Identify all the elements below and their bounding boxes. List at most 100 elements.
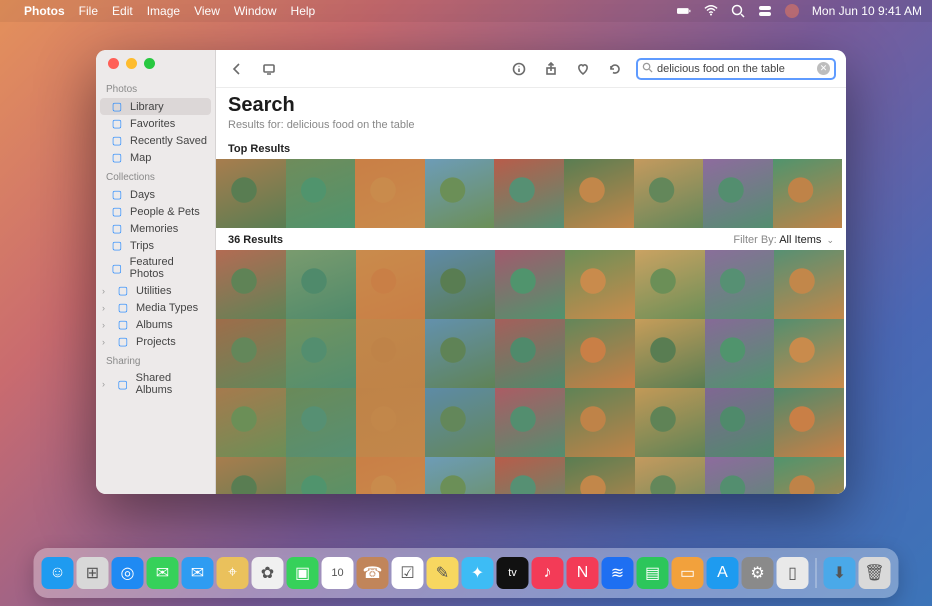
menu-image[interactable]: Image bbox=[147, 4, 180, 18]
clear-search-button[interactable]: ✕ bbox=[817, 62, 830, 75]
photo-thumbnail[interactable] bbox=[635, 319, 705, 388]
dock-app-launchpad[interactable]: ⊞ bbox=[77, 557, 109, 589]
dock-app-iphone-mirroring[interactable]: ▯ bbox=[777, 557, 809, 589]
photo-thumbnail[interactable] bbox=[356, 457, 426, 494]
photo-thumbnail[interactable] bbox=[425, 250, 495, 319]
photo-thumbnail[interactable] bbox=[774, 457, 844, 494]
photo-thumbnail[interactable] bbox=[774, 319, 844, 388]
photo-thumbnail[interactable] bbox=[774, 250, 844, 319]
disclosure-icon[interactable]: › bbox=[102, 320, 112, 330]
sidebar-item-memories[interactable]: ▢Memories bbox=[96, 220, 215, 237]
photo-thumbnail[interactable] bbox=[495, 457, 565, 494]
photo-thumbnail[interactable] bbox=[216, 457, 286, 494]
app-menu[interactable]: Photos bbox=[24, 4, 65, 18]
search-input[interactable] bbox=[653, 63, 817, 75]
favorite-button[interactable] bbox=[572, 58, 594, 80]
menu-window[interactable]: Window bbox=[234, 4, 277, 18]
photo-thumbnail[interactable] bbox=[216, 388, 286, 457]
dock-app-contacts[interactable]: ☎ bbox=[357, 557, 389, 589]
photo-thumbnail[interactable] bbox=[425, 319, 495, 388]
dock-app-facetime[interactable]: ▣ bbox=[287, 557, 319, 589]
photo-thumbnail[interactable] bbox=[774, 388, 844, 457]
disclosure-icon[interactable]: › bbox=[102, 379, 112, 389]
sidebar-item-days[interactable]: ▢Days bbox=[96, 186, 215, 203]
photo-thumbnail[interactable] bbox=[356, 319, 426, 388]
photo-thumbnail[interactable] bbox=[286, 457, 356, 494]
dock-app-notes[interactable]: ✎ bbox=[427, 557, 459, 589]
menu-help[interactable]: Help bbox=[291, 4, 316, 18]
photo-thumbnail[interactable] bbox=[705, 388, 775, 457]
photo-thumbnail[interactable] bbox=[705, 319, 775, 388]
photo-thumbnail[interactable] bbox=[564, 159, 634, 228]
dock-app-numbers[interactable]: ▤ bbox=[637, 557, 669, 589]
photo-thumbnail[interactable] bbox=[635, 250, 705, 319]
photo-thumbnail[interactable] bbox=[286, 250, 356, 319]
photo-thumbnail[interactable] bbox=[705, 457, 775, 494]
sidebar-item-projects[interactable]: ›▢Projects bbox=[96, 333, 215, 350]
photo-thumbnail[interactable] bbox=[425, 159, 495, 228]
photo-thumbnail[interactable] bbox=[286, 159, 356, 228]
photo-thumbnail[interactable] bbox=[635, 388, 705, 457]
dock-app-finder[interactable]: ☺ bbox=[42, 557, 74, 589]
menu-file[interactable]: File bbox=[79, 4, 98, 18]
photo-thumbnail[interactable] bbox=[565, 457, 635, 494]
battery-icon[interactable] bbox=[677, 4, 691, 18]
photo-thumbnail[interactable] bbox=[773, 159, 843, 228]
close-button[interactable] bbox=[108, 58, 119, 69]
photo-thumbnail[interactable] bbox=[216, 159, 286, 228]
spotlight-icon[interactable] bbox=[731, 4, 745, 18]
dock-app-app-store[interactable]: A bbox=[707, 557, 739, 589]
dock-app-mail[interactable]: ✉ bbox=[182, 557, 214, 589]
photo-thumbnail[interactable] bbox=[705, 250, 775, 319]
dock-app-maps[interactable]: ⌖ bbox=[217, 557, 249, 589]
sidebar-item-favorites[interactable]: ▢Favorites bbox=[96, 115, 215, 132]
disclosure-icon[interactable]: › bbox=[102, 337, 112, 347]
photo-thumbnail[interactable] bbox=[635, 457, 705, 494]
photo-thumbnail[interactable] bbox=[356, 388, 426, 457]
photo-thumbnail[interactable] bbox=[634, 159, 704, 228]
sidebar-item-utilities[interactable]: ›▢Utilities bbox=[96, 282, 215, 299]
photo-thumbnail[interactable] bbox=[495, 388, 565, 457]
photo-thumbnail[interactable] bbox=[565, 388, 635, 457]
photo-thumbnail[interactable] bbox=[494, 159, 564, 228]
photo-thumbnail[interactable] bbox=[425, 388, 495, 457]
wifi-icon[interactable] bbox=[704, 4, 718, 18]
menubar-clock[interactable]: Mon Jun 10 9:41 AM bbox=[812, 4, 922, 18]
share-button[interactable] bbox=[540, 58, 562, 80]
sidebar-item-map[interactable]: ▢Map bbox=[96, 149, 215, 166]
dock-app-photos[interactable]: ✿ bbox=[252, 557, 284, 589]
dock-app-safari[interactable]: ◎ bbox=[112, 557, 144, 589]
dock-app-calendar[interactable]: 10 bbox=[322, 557, 354, 589]
sidebar-item-shared-albums[interactable]: ›▢Shared Albums bbox=[96, 370, 215, 398]
sidebar-item-trips[interactable]: ▢Trips bbox=[96, 237, 215, 254]
dock-app-tv[interactable]: tv bbox=[497, 557, 529, 589]
sidebar-item-library[interactable]: ▢Library bbox=[100, 98, 211, 115]
sidebar-item-albums[interactable]: ›▢Albums bbox=[96, 316, 215, 333]
dock-app-freeform[interactable]: ✦ bbox=[462, 557, 494, 589]
sidebar-item-people-pets[interactable]: ▢People & Pets bbox=[96, 203, 215, 220]
menu-view[interactable]: View bbox=[194, 4, 220, 18]
menu-edit[interactable]: Edit bbox=[112, 4, 133, 18]
device-button[interactable] bbox=[258, 58, 280, 80]
photo-thumbnail[interactable] bbox=[495, 250, 565, 319]
photo-thumbnail[interactable] bbox=[286, 319, 356, 388]
disclosure-icon[interactable]: › bbox=[102, 303, 112, 313]
user-icon[interactable] bbox=[785, 4, 799, 18]
dock-app-messages[interactable]: ✉ bbox=[147, 557, 179, 589]
photo-thumbnail[interactable] bbox=[565, 319, 635, 388]
photo-thumbnail[interactable] bbox=[703, 159, 773, 228]
disclosure-icon[interactable]: › bbox=[102, 286, 112, 296]
dock-downloads[interactable]: ⬇ bbox=[824, 557, 856, 589]
photo-thumbnail[interactable] bbox=[425, 457, 495, 494]
dock-app-reminders[interactable]: ☑ bbox=[392, 557, 424, 589]
sidebar-item-featured-photos[interactable]: ▢Featured Photos bbox=[96, 254, 215, 282]
rotate-button[interactable] bbox=[604, 58, 626, 80]
dock-app-music[interactable]: ♪ bbox=[532, 557, 564, 589]
content-scroll[interactable]: Search Results for: delicious food on th… bbox=[216, 88, 846, 494]
zoom-button[interactable] bbox=[144, 58, 155, 69]
dock-app-system-settings[interactable]: ⚙ bbox=[742, 557, 774, 589]
dock-trash[interactable]: 🗑 bbox=[859, 557, 891, 589]
photo-thumbnail[interactable] bbox=[216, 250, 286, 319]
sidebar-item-recently-saved[interactable]: ▢Recently Saved bbox=[96, 132, 215, 149]
control-center-icon[interactable] bbox=[758, 4, 772, 18]
